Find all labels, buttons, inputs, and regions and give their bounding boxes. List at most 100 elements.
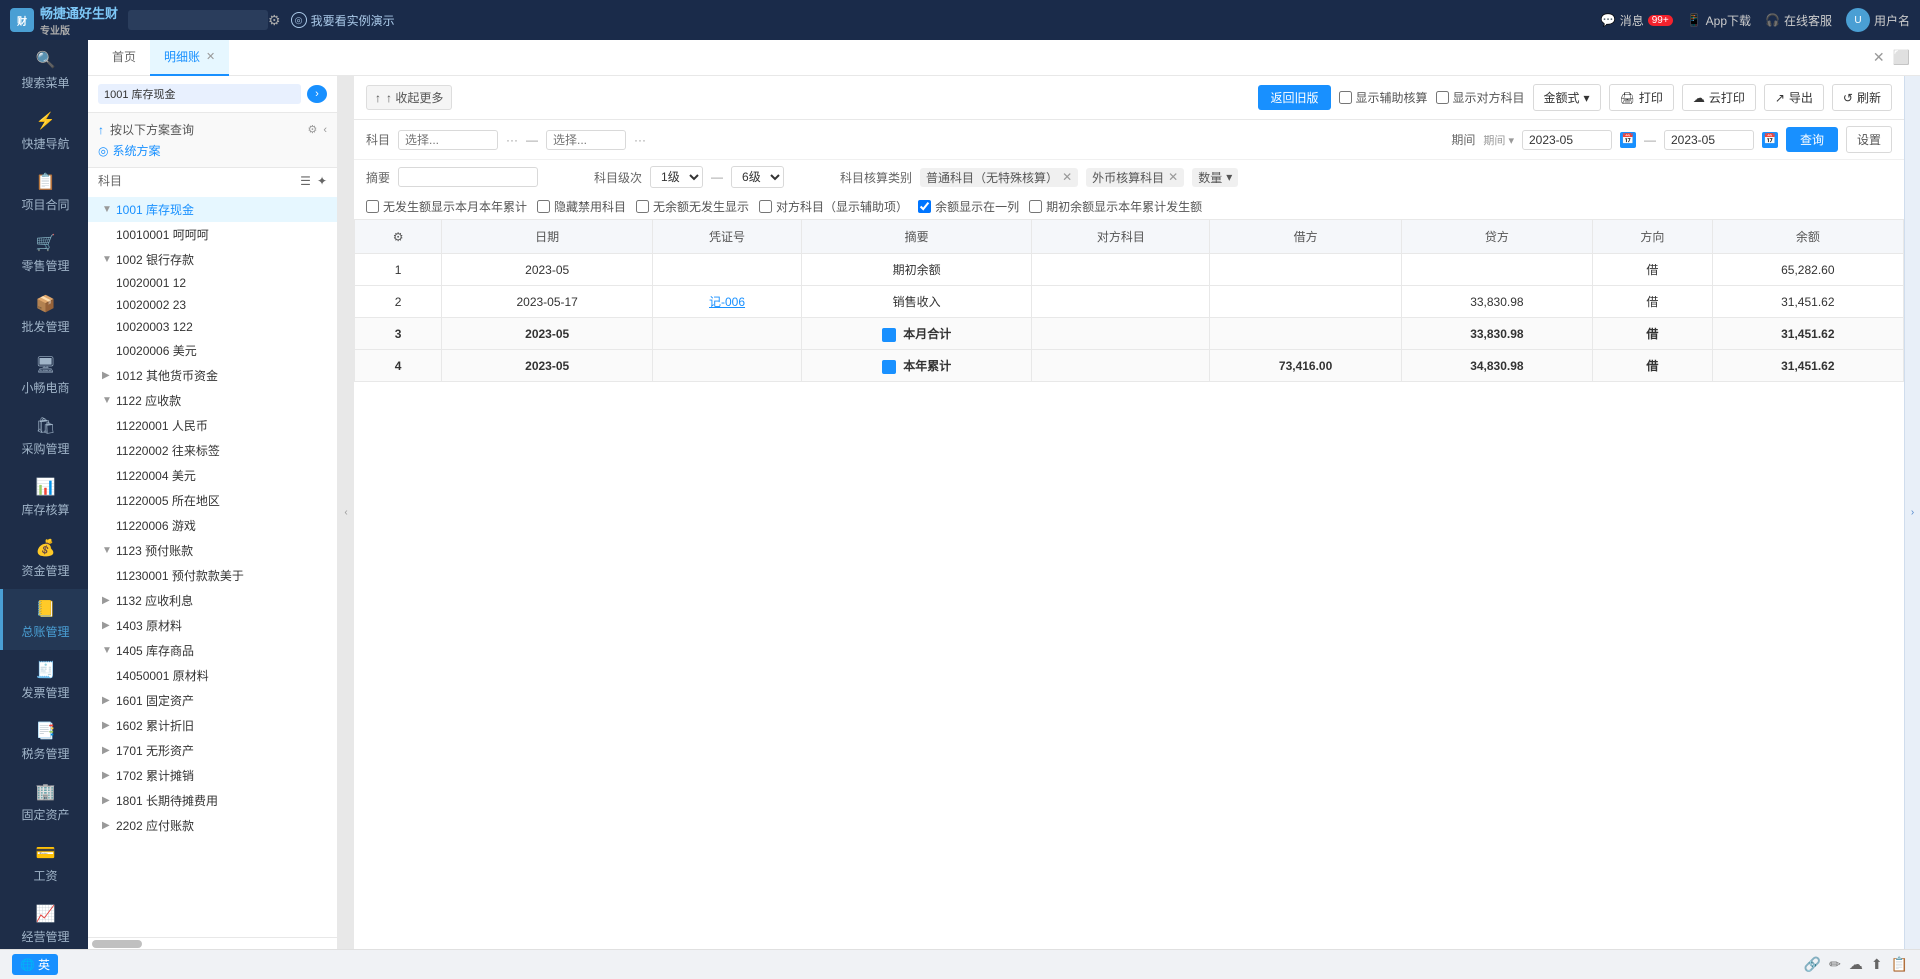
tag-normal-account[interactable]: 普通科目（无特殊核算） ✕ <box>920 168 1078 187</box>
right-panel-collapse-handle[interactable]: › <box>1904 76 1920 949</box>
cloud-print-btn[interactable]: ☁ 云打印 <box>1682 84 1756 111</box>
message-btn[interactable]: 💬 消息 99+ <box>1601 12 1673 29</box>
tree-item-1122[interactable]: ▼ 1122 应收款 <box>88 388 337 413</box>
tree-item-11220002[interactable]: 11220002 往来标签 <box>88 438 337 463</box>
tag-normal-close[interactable]: ✕ <box>1062 170 1072 184</box>
sidebar-item-tax[interactable]: 📑 税务管理 <box>0 711 88 772</box>
tab-detail[interactable]: 明细账 ✕ <box>150 40 229 76</box>
period-start-input[interactable] <box>1522 130 1612 150</box>
tree-item-1701[interactable]: ▶ 1701 无形资产 <box>88 738 337 763</box>
tree-item-1403[interactable]: ▶ 1403 原材料 <box>88 613 337 638</box>
settings-icon[interactable]: ⚙ <box>268 12 281 29</box>
tab-maximize[interactable]: ⬜ <box>1893 49 1910 66</box>
cb-no-occur[interactable]: 无发生额显示本月本年累计 <box>366 198 527 215</box>
tree-item-1001[interactable]: ▼ 1001 库存现金 <box>88 197 337 222</box>
link-icon[interactable]: 🔗 <box>1804 956 1821 973</box>
settings-btn[interactable]: 设置 <box>1846 126 1892 153</box>
tag-quantity[interactable]: 数量 ▾ <box>1192 168 1238 187</box>
refresh-btn[interactable]: ↺ 刷新 <box>1832 84 1892 111</box>
sidebar-item-wholesale[interactable]: 📦 批发管理 <box>0 284 88 345</box>
account-next-btn[interactable]: › <box>307 85 327 103</box>
app-download-btn[interactable]: 📱 App下载 <box>1687 12 1751 29</box>
period-start-cal-icon[interactable]: 📅 <box>1620 132 1636 148</box>
demo-btn[interactable]: ◎ 我要看实例演示 <box>291 12 395 29</box>
sidebar-item-inventory[interactable]: 📊 库存核算 <box>0 467 88 528</box>
sidebar-item-project[interactable]: 📋 项目合同 <box>0 162 88 223</box>
tree-item-10020001[interactable]: 10020001 12 <box>88 272 337 294</box>
sidebar-item-ops[interactable]: 📈 经营管理 <box>0 894 88 949</box>
cb-balance-one-col[interactable]: 余额显示在一列 <box>918 198 1019 215</box>
show-aux-checkbox[interactable] <box>1339 91 1352 104</box>
tree-item-2202[interactable]: ▶ 2202 应付账款 <box>88 813 337 838</box>
tree-item-10020006[interactable]: 10020006 美元 <box>88 338 337 363</box>
sidebar-item-purchase[interactable]: 🛍 采购管理 <box>0 406 88 467</box>
level-start-select[interactable]: 1级2级3级 <box>650 166 703 188</box>
tree-item-1405[interactable]: ▼ 1405 库存商品 <box>88 638 337 663</box>
tree-item-1801[interactable]: ▶ 1801 长期待摊费用 <box>88 788 337 813</box>
sidebar-item-retail[interactable]: 🛒 零售管理 <box>0 223 88 284</box>
top-search-input[interactable] <box>128 10 268 30</box>
tree-item-11230001[interactable]: 11230001 预付款款美于 <box>88 563 337 588</box>
period-end-cal-icon[interactable]: 📅 <box>1762 132 1778 148</box>
return-old-btn[interactable]: 返回旧版 <box>1258 85 1330 110</box>
upload-icon[interactable]: ⬆ <box>1871 956 1883 973</box>
tree-item-1602[interactable]: ▶ 1602 累计折旧 <box>88 713 337 738</box>
show-aux-checkbox-label[interactable]: 显示辅助核算 <box>1339 89 1428 106</box>
tree-item-10020003[interactable]: 10020003 122 <box>88 316 337 338</box>
cb-period-begin[interactable]: 期初余额显示本年累计发生额 <box>1029 198 1202 215</box>
cb-hide-disabled[interactable]: 隐藏禁用科目 <box>537 198 626 215</box>
tree-expand-icon[interactable]: ✦ <box>317 174 327 188</box>
sidebar-item-finance[interactable]: 💰 资金管理 <box>0 528 88 589</box>
tree-list-icon[interactable]: ☰ <box>300 174 311 188</box>
sidebar-item-assets[interactable]: 🏢 固定资产 <box>0 772 88 833</box>
clipboard-icon[interactable]: 📋 <box>1891 956 1908 973</box>
tree-item-1123[interactable]: ▼ 1123 预付账款 <box>88 538 337 563</box>
tree-item-10010001[interactable]: 10010001 呵呵呵 <box>88 222 337 247</box>
online-service-btn[interactable]: 🎧 在线客服 <box>1765 12 1832 29</box>
cb-period-begin-input[interactable] <box>1029 200 1042 213</box>
cb-no-occur-input[interactable] <box>366 200 379 213</box>
tree-item-11220001[interactable]: 11220001 人民币 <box>88 413 337 438</box>
tree-item-11220006[interactable]: 11220006 游戏 <box>88 513 337 538</box>
export-btn[interactable]: ↗ 导出 <box>1764 84 1824 111</box>
tree-item-1702[interactable]: ▶ 1702 累计摊销 <box>88 763 337 788</box>
query-settings-icon[interactable]: ⚙ <box>307 123 317 136</box>
user-btn[interactable]: U 用户名 <box>1846 8 1910 32</box>
cloud-icon[interactable]: ☁ <box>1849 956 1863 973</box>
sidebar-item-invoice[interactable]: 🧾 发票管理 <box>0 650 88 711</box>
summary-input[interactable] <box>398 167 538 187</box>
tree-item-11220005[interactable]: 11220005 所在地区 <box>88 488 337 513</box>
th-settings[interactable]: ⚙ <box>355 220 442 254</box>
level-end-select[interactable]: 6级5级4级 <box>731 166 784 188</box>
print-btn[interactable]: 🖨 打印 <box>1609 84 1674 111</box>
tree-item-1012[interactable]: ▶ 1012 其他货币资金 <box>88 363 337 388</box>
show-contra-checkbox[interactable] <box>1436 91 1449 104</box>
tree-item-1601[interactable]: ▶ 1601 固定资产 <box>88 688 337 713</box>
voucher-link-2[interactable]: 记-006 <box>709 295 745 309</box>
tree-item-10020002[interactable]: 10020002 23 <box>88 294 337 316</box>
tree-item-1002[interactable]: ▼ 1002 银行存款 <box>88 247 337 272</box>
sidebar-item-ledger[interactable]: 📒 总账管理 <box>0 589 88 650</box>
tag-foreign-close[interactable]: ✕ <box>1168 170 1178 184</box>
more-btn[interactable]: ↑ ↑ 收起更多 <box>366 85 452 110</box>
cb-no-balance[interactable]: 无余额无发生显示 <box>636 198 749 215</box>
cb-contra-show-input[interactable] <box>759 200 772 213</box>
tab-close-all[interactable]: ✕ <box>1873 49 1885 66</box>
tag-foreign-account[interactable]: 外币核算科目 ✕ <box>1086 168 1184 187</box>
sidebar-item-salary[interactable]: 💳 工资 <box>0 833 88 894</box>
td-voucher-2[interactable]: 记-006 <box>653 286 802 318</box>
tree-item-11220004[interactable]: 11220004 美元 <box>88 463 337 488</box>
sidebar-item-search[interactable]: 🔍 搜索菜单 <box>0 40 88 101</box>
cb-contra-show[interactable]: 对方科目（显示辅助项） <box>759 198 908 215</box>
period-end-input[interactable] <box>1664 130 1754 150</box>
show-contra-checkbox-label[interactable]: 显示对方科目 <box>1436 89 1525 106</box>
edit-icon[interactable]: ✏ <box>1829 956 1841 973</box>
left-panel-collapse-handle[interactable]: ‹ <box>338 76 354 949</box>
tree-item-1132[interactable]: ▶ 1132 应收利息 <box>88 588 337 613</box>
left-panel-hscroll[interactable] <box>88 937 337 949</box>
format-btn[interactable]: 金额式 ▾ <box>1533 84 1601 111</box>
query-collapse-icon[interactable]: ‹ <box>323 124 327 136</box>
subject-filter-input[interactable] <box>398 130 498 150</box>
query-btn[interactable]: 查询 <box>1786 127 1838 152</box>
period-type-select[interactable]: 期间 ▾ <box>1483 132 1514 148</box>
